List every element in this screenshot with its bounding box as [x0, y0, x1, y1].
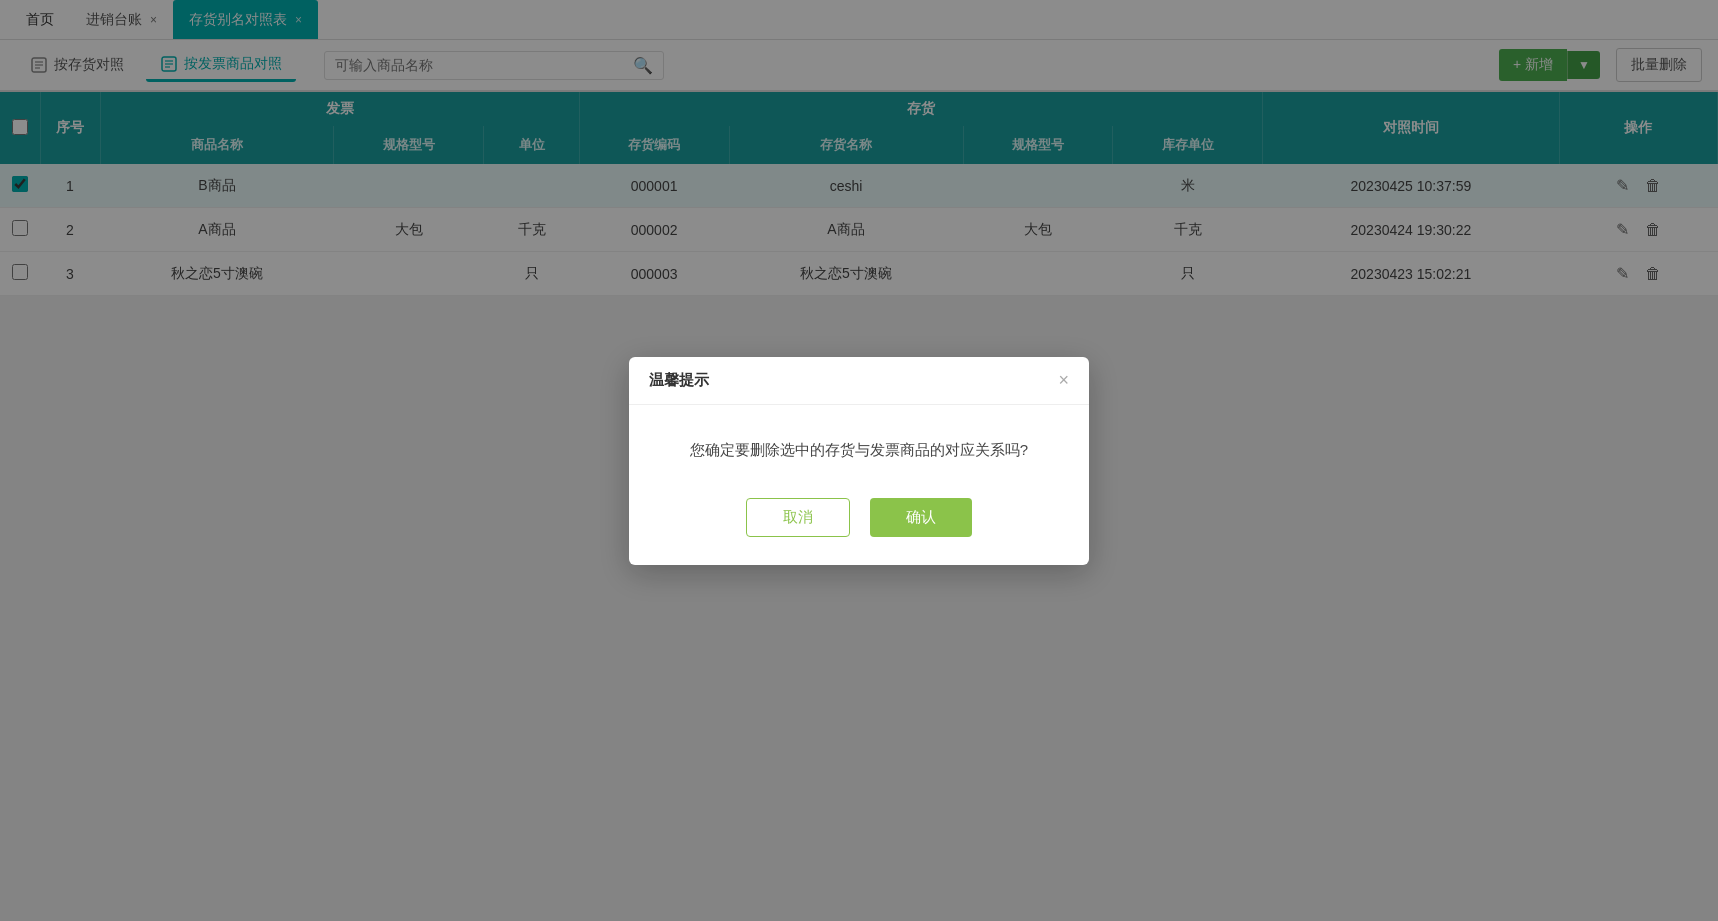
- modal-overlay: 温馨提示 × 您确定要删除选中的存货与发票商品的对应关系吗? 取消 确认: [0, 0, 1718, 296]
